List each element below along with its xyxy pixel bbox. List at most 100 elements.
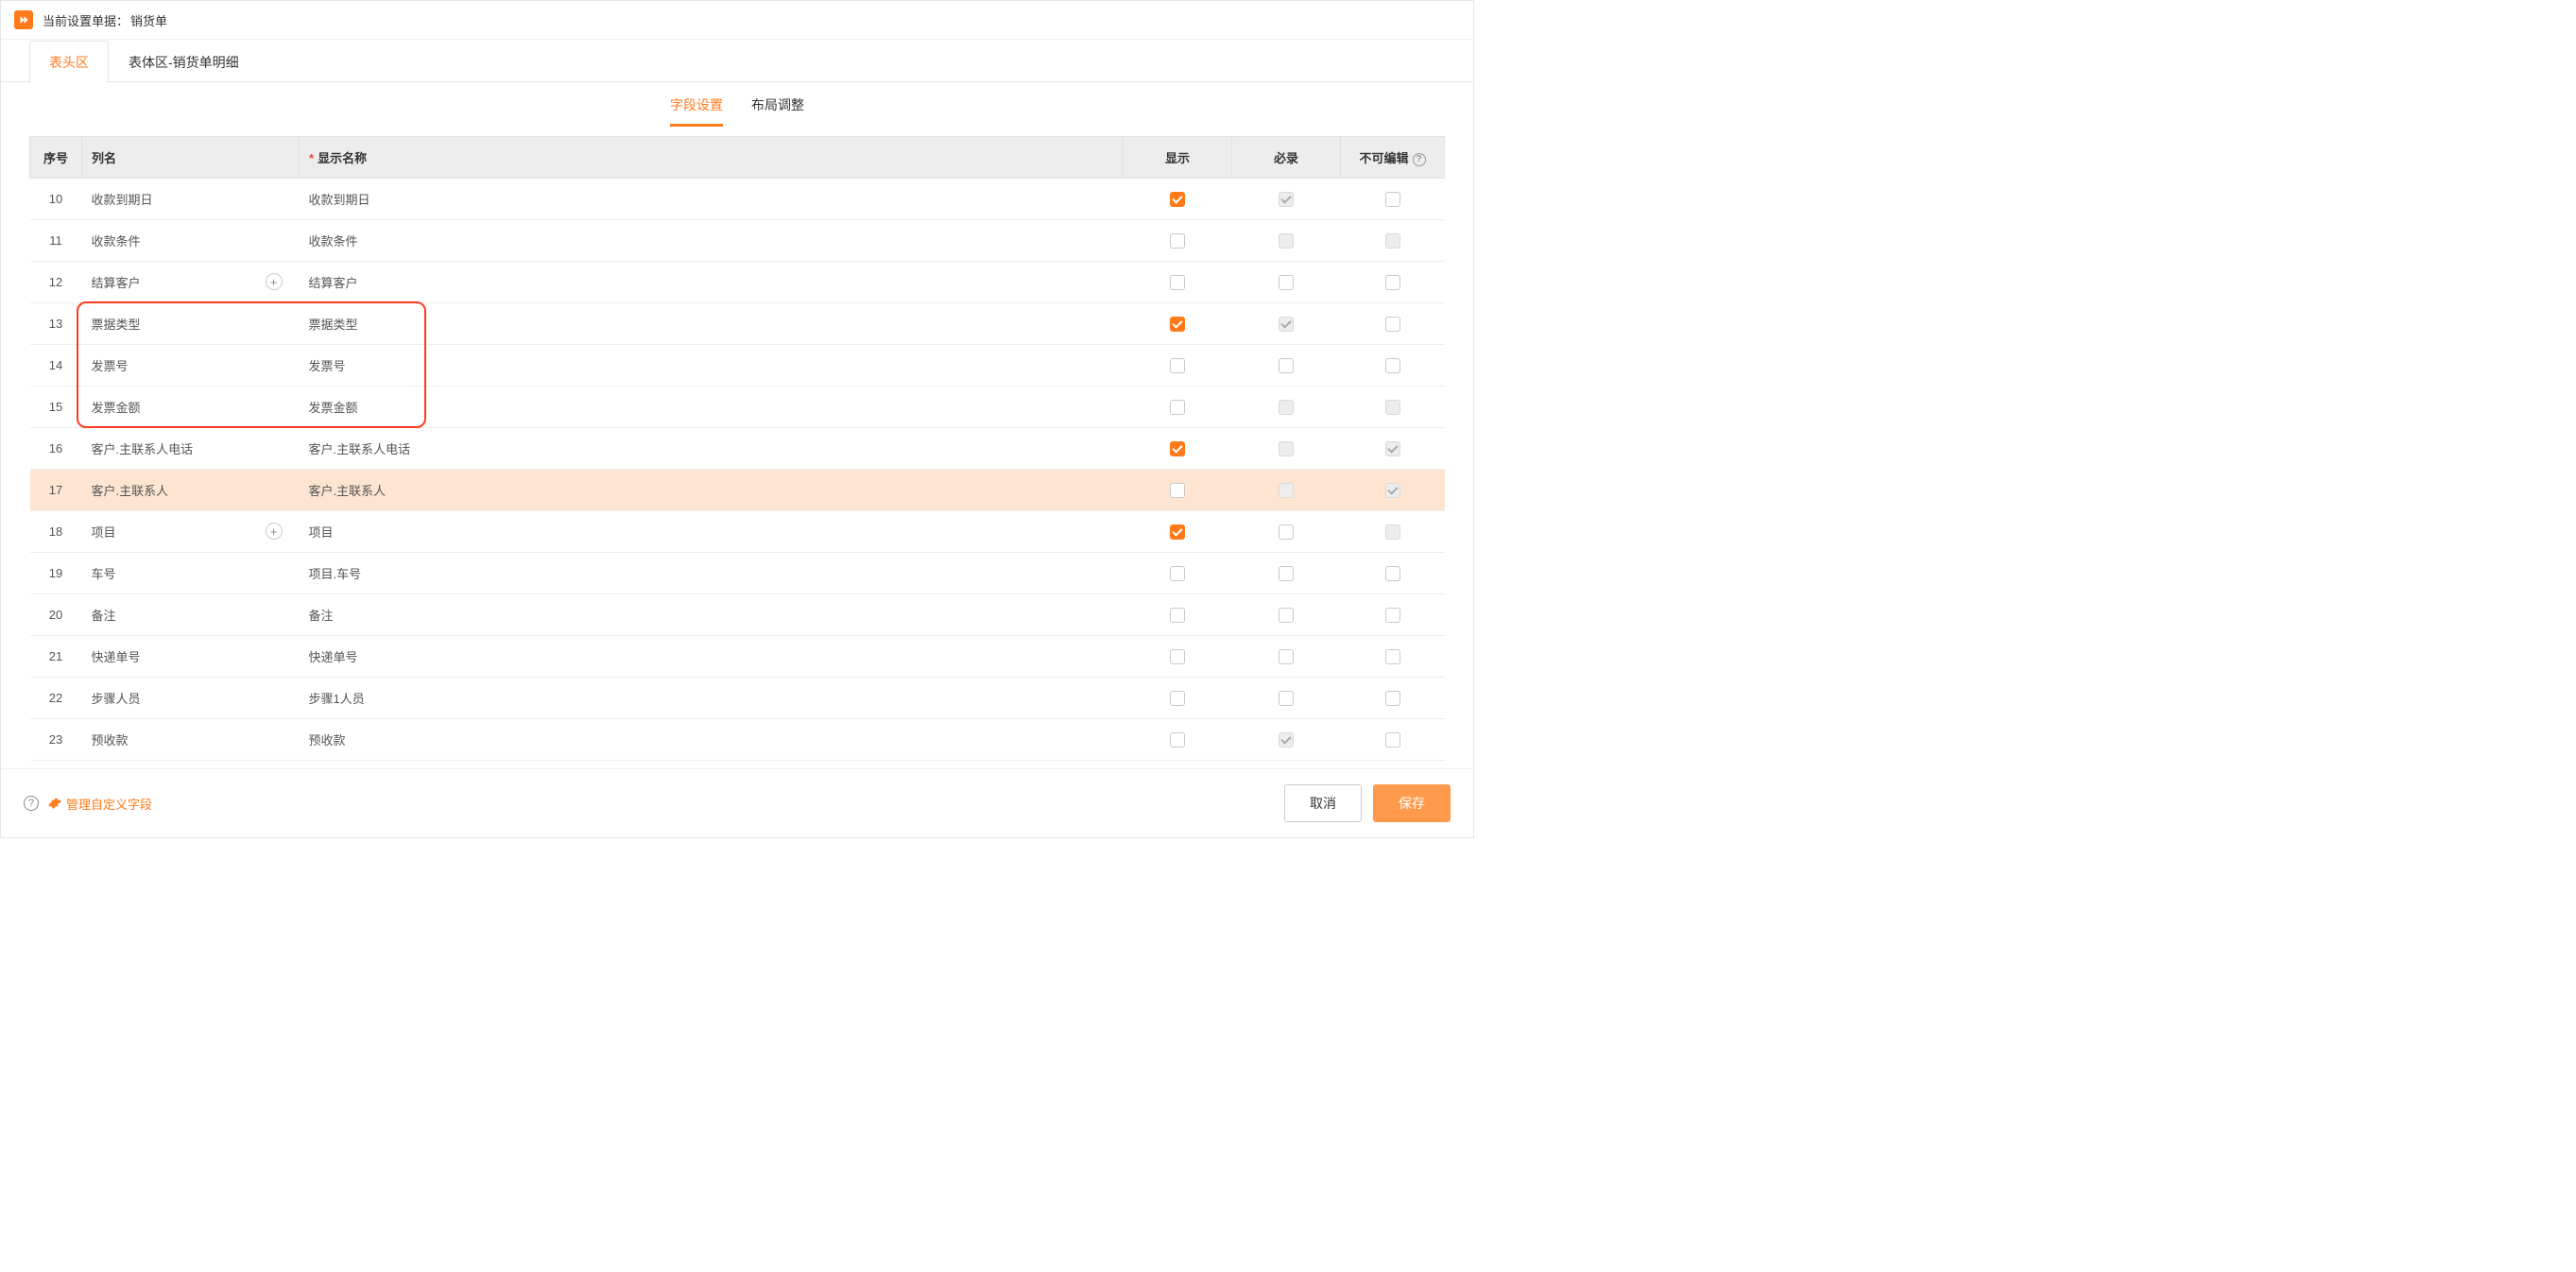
checkbox-readonly[interactable] <box>1385 275 1400 290</box>
checkbox-required[interactable] <box>1279 691 1294 706</box>
cell-name: 项目+ <box>82 511 300 553</box>
cell-seq: 19 <box>30 553 82 594</box>
field-name-label: 步骤人员 <box>92 692 141 706</box>
cell-readonly <box>1341 719 1445 761</box>
chevron-right-double-icon <box>18 14 29 26</box>
checkbox-readonly[interactable] <box>1385 608 1400 623</box>
table-row: 10收款到期日收款到期日 <box>30 179 1445 220</box>
table-row: 17客户.主联系人客户.主联系人 <box>30 470 1445 511</box>
field-table-wrap: 序号 列名 *显示名称 显示 必录 不可编辑? 10收款到期日收款到期日11收款… <box>1 127 1473 761</box>
cell-show <box>1124 511 1232 553</box>
cell-seq: 12 <box>30 262 82 303</box>
cell-readonly <box>1341 262 1445 303</box>
cell-readonly <box>1341 594 1445 636</box>
checkbox-show[interactable] <box>1170 608 1185 623</box>
checkbox-show[interactable] <box>1170 566 1185 581</box>
checkbox-required[interactable] <box>1279 649 1294 664</box>
tab-0[interactable]: 表头区 <box>29 41 109 83</box>
cell-readonly <box>1341 220 1445 262</box>
cell-show <box>1124 179 1232 220</box>
cell-name: 备注 <box>82 594 300 636</box>
field-name-label: 收款到期日 <box>92 193 153 207</box>
checkbox-show[interactable] <box>1170 400 1185 415</box>
checkbox-show[interactable] <box>1170 358 1185 373</box>
checkbox-readonly[interactable] <box>1385 691 1400 706</box>
cell-name: 客户.主联系人电话 <box>82 428 300 470</box>
cell-seq: 14 <box>30 345 82 387</box>
checkbox-show[interactable] <box>1170 275 1185 290</box>
checkbox-required[interactable] <box>1279 608 1294 623</box>
checkbox-show[interactable] <box>1170 483 1185 498</box>
required-star-icon: * <box>309 151 314 165</box>
save-button[interactable]: 保存 <box>1373 784 1451 822</box>
checkbox-readonly[interactable] <box>1385 732 1400 748</box>
table-row: 20备注备注 <box>30 594 1445 636</box>
field-name-label: 预收款 <box>92 733 129 748</box>
checkbox-readonly[interactable] <box>1385 317 1400 332</box>
cell-display-name[interactable]: 项目 <box>300 511 1124 553</box>
checkbox-readonly <box>1385 233 1400 249</box>
table-row: 13票据类型票据类型 <box>30 303 1445 345</box>
subtab-0[interactable]: 字段设置 <box>670 95 723 127</box>
add-child-button[interactable]: + <box>266 273 283 290</box>
checkbox-readonly[interactable] <box>1385 358 1400 373</box>
cell-display-name[interactable]: 步骤1人员 <box>300 678 1124 719</box>
cell-name: 收款到期日 <box>82 179 300 220</box>
cancel-button[interactable]: 取消 <box>1284 784 1362 822</box>
cell-display-name[interactable]: 客户.主联系人 <box>300 470 1124 511</box>
checkbox-show[interactable] <box>1170 649 1185 664</box>
info-icon[interactable]: ? <box>1413 153 1426 166</box>
tab-1[interactable]: 表体区-销货单明细 <box>109 41 259 83</box>
checkbox-show[interactable] <box>1170 691 1185 706</box>
field-name-label: 发票号 <box>92 359 129 373</box>
checkbox-show[interactable] <box>1170 192 1185 207</box>
cell-name: 发票号 <box>82 345 300 387</box>
cell-display-name[interactable]: 客户.主联系人电话 <box>300 428 1124 470</box>
add-child-button[interactable]: + <box>266 523 283 540</box>
checkbox-show[interactable] <box>1170 317 1185 332</box>
checkbox-required[interactable] <box>1279 275 1294 290</box>
checkbox-show[interactable] <box>1170 732 1185 748</box>
cell-seq: 13 <box>30 303 82 345</box>
cell-display-name[interactable]: 收款条件 <box>300 220 1124 262</box>
checkbox-required <box>1279 483 1294 498</box>
collapse-toggle[interactable] <box>14 10 33 29</box>
checkbox-readonly[interactable] <box>1385 192 1400 207</box>
checkbox-required[interactable] <box>1279 358 1294 373</box>
subtab-1[interactable]: 布局调整 <box>751 95 804 127</box>
cell-required <box>1232 594 1341 636</box>
col-show-header: 显示 <box>1124 137 1232 179</box>
cell-display-name[interactable]: 收款到期日 <box>300 179 1124 220</box>
checkbox-required[interactable] <box>1279 566 1294 581</box>
cell-show <box>1124 428 1232 470</box>
cell-required <box>1232 719 1341 761</box>
manage-custom-fields-link[interactable]: 管理自定义字段 <box>48 795 152 813</box>
table-row: 12结算客户+结算客户 <box>30 262 1445 303</box>
cell-name: 发票金额 <box>82 387 300 428</box>
cell-display-name[interactable]: 发票金额 <box>300 387 1124 428</box>
cell-name: 收款条件 <box>82 220 300 262</box>
gear-icon <box>48 797 61 810</box>
checkbox-show[interactable] <box>1170 524 1185 540</box>
cell-display-name[interactable]: 结算客户 <box>300 262 1124 303</box>
cell-required <box>1232 303 1341 345</box>
cell-display-name[interactable]: 项目.车号 <box>300 553 1124 594</box>
table-row: 15发票金额发票金额 <box>30 387 1445 428</box>
cell-display-name[interactable]: 票据类型 <box>300 303 1124 345</box>
cell-display-name[interactable]: 快递单号 <box>300 636 1124 678</box>
checkbox-show[interactable] <box>1170 441 1185 456</box>
cell-display-name[interactable]: 预收款 <box>300 719 1124 761</box>
table-row: 19车号项目.车号 <box>30 553 1445 594</box>
cell-display-name[interactable]: 发票号 <box>300 345 1124 387</box>
cell-show <box>1124 345 1232 387</box>
checkbox-readonly[interactable] <box>1385 566 1400 581</box>
help-icon[interactable]: ? <box>24 796 39 811</box>
cell-display-name[interactable]: 备注 <box>300 594 1124 636</box>
checkbox-required <box>1279 441 1294 456</box>
checkbox-readonly[interactable] <box>1385 649 1400 664</box>
checkbox-show[interactable] <box>1170 233 1185 249</box>
cell-name: 票据类型 <box>82 303 300 345</box>
cell-name: 步骤人员 <box>82 678 300 719</box>
checkbox-required[interactable] <box>1279 524 1294 540</box>
cell-readonly <box>1341 345 1445 387</box>
